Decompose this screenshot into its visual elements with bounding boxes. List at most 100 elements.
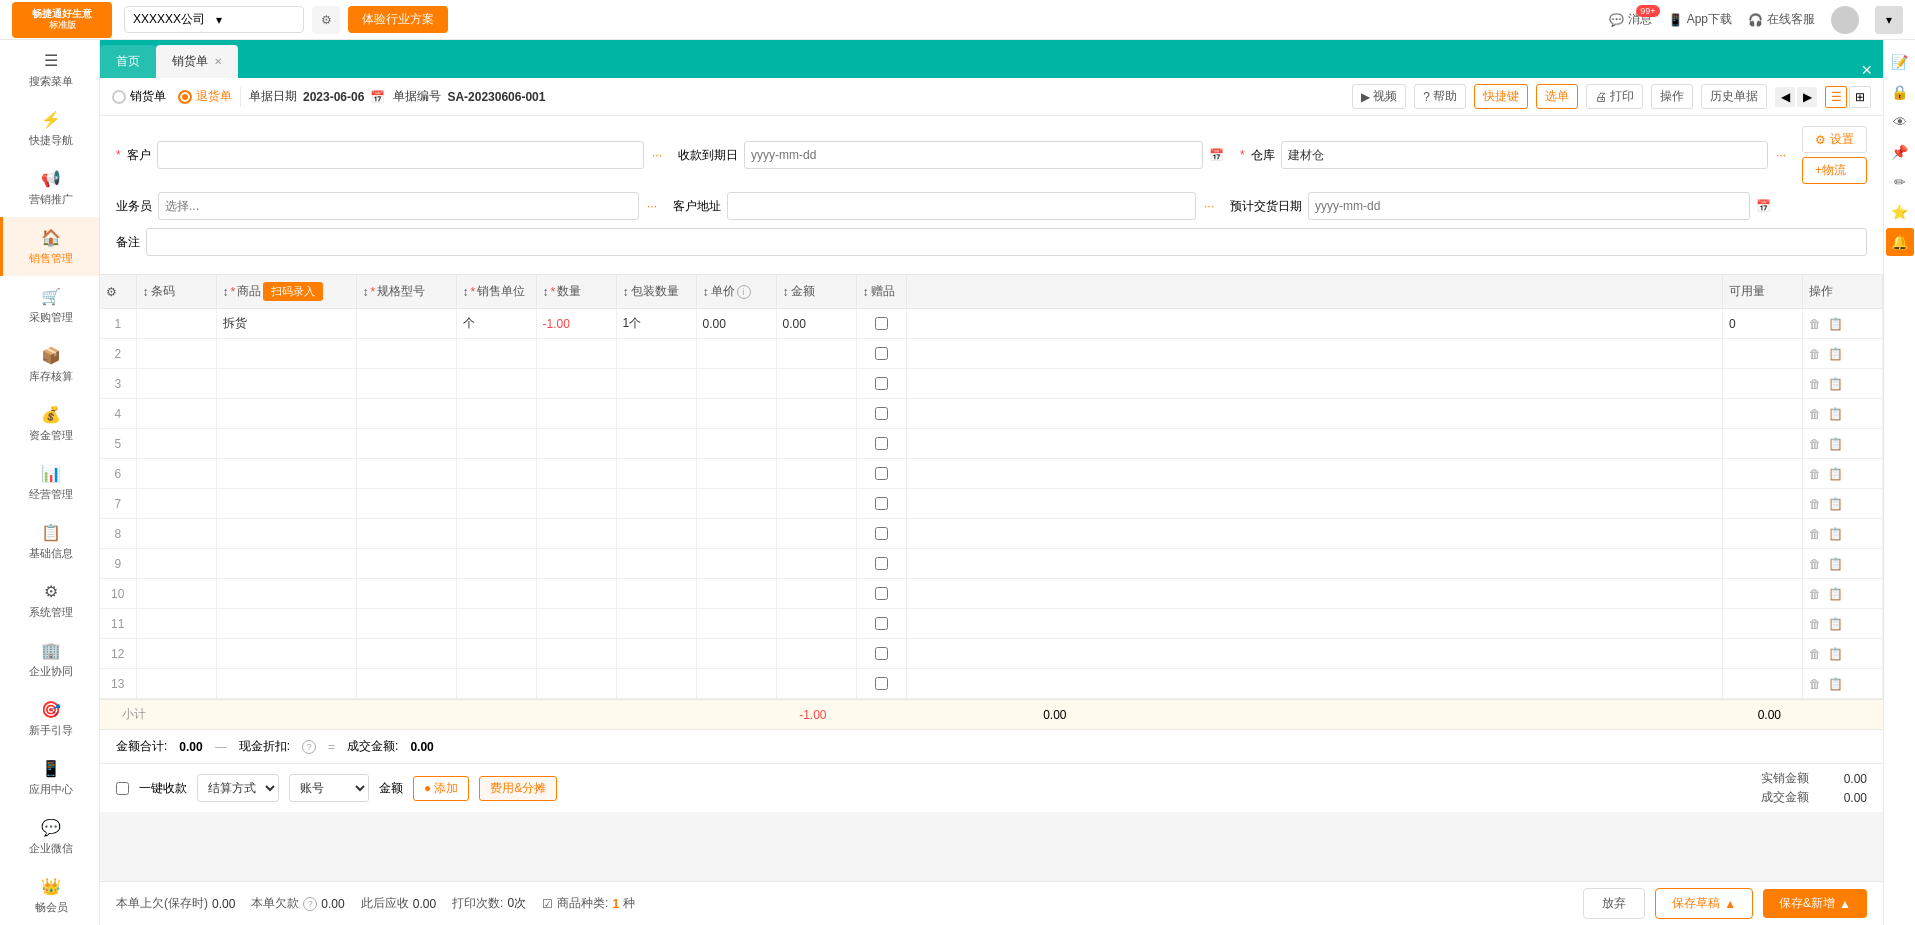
cell-spec-2[interactable] (356, 369, 456, 399)
ops-btn[interactable]: 操作 (1651, 84, 1693, 109)
copy-icon-10[interactable]: 📋 (1828, 617, 1843, 631)
sidebar-item-inventory[interactable]: 📦 库存核算 (0, 335, 99, 394)
delete-icon-0[interactable]: 🗑 (1809, 317, 1821, 331)
cell-product-11[interactable] (216, 639, 356, 669)
shortcut-btn[interactable]: 快捷键 (1474, 84, 1528, 109)
cell-barcode-3[interactable] (136, 399, 216, 429)
cell-barcode-5[interactable] (136, 459, 216, 489)
barcode-input-7[interactable] (143, 527, 210, 541)
cell-qty-8[interactable] (536, 549, 616, 579)
cell-packqty-5[interactable] (616, 459, 696, 489)
price-info-icon[interactable]: i (737, 285, 751, 299)
cell-product-2[interactable] (216, 369, 356, 399)
cell-unit-8[interactable] (456, 549, 536, 579)
cell-spec-1[interactable] (356, 339, 456, 369)
expected-date-input[interactable] (1308, 192, 1750, 220)
cell-amount-7[interactable] (776, 519, 856, 549)
cell-qty-9[interactable] (536, 579, 616, 609)
copy-icon-7[interactable]: 📋 (1828, 527, 1843, 541)
th-barcode-sort[interactable]: ↕ (143, 285, 149, 299)
cell-barcode-1[interactable] (136, 339, 216, 369)
cell-gift-8[interactable] (856, 549, 906, 579)
cell-spec-12[interactable] (356, 669, 456, 699)
barcode-input-11[interactable] (143, 647, 210, 661)
calc-method-select[interactable]: 结算方式 (197, 774, 279, 802)
prev-arrow[interactable]: ◀ (1775, 87, 1795, 107)
cell-packqty-10[interactable] (616, 609, 696, 639)
tab-bar-close-all[interactable]: ✕ (1861, 62, 1883, 78)
customer-addr-dots-icon[interactable]: ··· (1204, 199, 1214, 213)
th-packqty-sort[interactable]: ↕ (623, 285, 629, 299)
barcode-input-8[interactable] (143, 557, 210, 571)
cell-price-2[interactable] (696, 369, 776, 399)
cell-barcode-10[interactable] (136, 609, 216, 639)
delete-icon-11[interactable]: 🗑 (1809, 647, 1821, 661)
gift-checkbox-8[interactable] (875, 557, 888, 570)
cell-barcode-12[interactable] (136, 669, 216, 699)
barcode-input-9[interactable] (143, 587, 210, 601)
cell-spec-4[interactable] (356, 429, 456, 459)
cell-packqty-0[interactable]: 1个 (616, 309, 696, 339)
warehouse-dots-icon[interactable]: ··· (1776, 148, 1786, 162)
copy-icon-4[interactable]: 📋 (1828, 437, 1843, 451)
delete-icon-9[interactable]: 🗑 (1809, 587, 1821, 601)
sidebar-item-finance[interactable]: 💰 资金管理 (0, 394, 99, 453)
sidebar-item-sales-mgmt[interactable]: 🏠 销售管理 (0, 217, 99, 276)
gift-checkbox-6[interactable] (875, 497, 888, 510)
online-service-btn[interactable]: 🎧 在线客服 (1748, 11, 1815, 28)
cell-amount-0[interactable]: 0.00 (776, 309, 856, 339)
th-settings[interactable]: ⚙ (100, 275, 136, 309)
warehouse-input[interactable] (1281, 141, 1768, 169)
cell-spec-3[interactable] (356, 399, 456, 429)
settings-icon[interactable]: ⚙ (312, 6, 340, 34)
cell-packqty-7[interactable] (616, 519, 696, 549)
cell-price-7[interactable] (696, 519, 776, 549)
gift-checkbox-11[interactable] (875, 647, 888, 660)
history-btn[interactable]: 历史单据 (1701, 84, 1767, 109)
close-all-icon[interactable]: ✕ (1861, 62, 1873, 78)
copy-icon-11[interactable]: 📋 (1828, 647, 1843, 661)
th-qty-sort[interactable]: ↕ (543, 285, 549, 299)
cell-qty-11[interactable] (536, 639, 616, 669)
sidebar-item-enterprise[interactable]: 🏢 企业协同 (0, 630, 99, 689)
cell-gift-9[interactable] (856, 579, 906, 609)
cell-packqty-2[interactable] (616, 369, 696, 399)
cell-product-1[interactable] (216, 339, 356, 369)
one-click-payment-checkbox[interactable] (116, 782, 129, 795)
cash-discount-info-icon[interactable]: ? (302, 740, 316, 754)
cell-amount-5[interactable] (776, 459, 856, 489)
gift-checkbox-10[interactable] (875, 617, 888, 630)
cell-unit-4[interactable] (456, 429, 536, 459)
cell-barcode-7[interactable] (136, 519, 216, 549)
delete-icon-7[interactable]: 🗑 (1809, 527, 1821, 541)
cell-packqty-1[interactable] (616, 339, 696, 369)
copy-icon-6[interactable]: 📋 (1828, 497, 1843, 511)
cell-amount-10[interactable] (776, 609, 856, 639)
cell-unit-7[interactable] (456, 519, 536, 549)
cell-product-0[interactable]: 拆货 (216, 309, 356, 339)
cell-product-9[interactable] (216, 579, 356, 609)
customer-input[interactable] (157, 141, 644, 169)
cell-amount-11[interactable] (776, 639, 856, 669)
logistics-btn[interactable]: +物流 (1802, 157, 1867, 184)
barcode-input-1[interactable] (143, 347, 210, 361)
cell-price-4[interactable] (696, 429, 776, 459)
right-panel-star-btn[interactable]: ⭐ (1886, 198, 1914, 226)
trial-button[interactable]: 体验行业方案 (348, 6, 448, 33)
cell-packqty-4[interactable] (616, 429, 696, 459)
note-input[interactable] (146, 228, 1867, 256)
cell-price-9[interactable] (696, 579, 776, 609)
cell-unit-10[interactable] (456, 609, 536, 639)
cell-gift-2[interactable] (856, 369, 906, 399)
cell-barcode-9[interactable] (136, 579, 216, 609)
cell-unit-3[interactable] (456, 399, 536, 429)
cell-qty-1[interactable] (536, 339, 616, 369)
cell-barcode-0[interactable] (136, 309, 216, 339)
delete-icon-3[interactable]: 🗑 (1809, 407, 1821, 421)
view-grid-btn[interactable]: ⊞ (1849, 86, 1871, 108)
cell-spec-5[interactable] (356, 459, 456, 489)
cell-qty-4[interactable] (536, 429, 616, 459)
cell-qty-12[interactable] (536, 669, 616, 699)
cell-spec-6[interactable] (356, 489, 456, 519)
cell-price-10[interactable] (696, 609, 776, 639)
